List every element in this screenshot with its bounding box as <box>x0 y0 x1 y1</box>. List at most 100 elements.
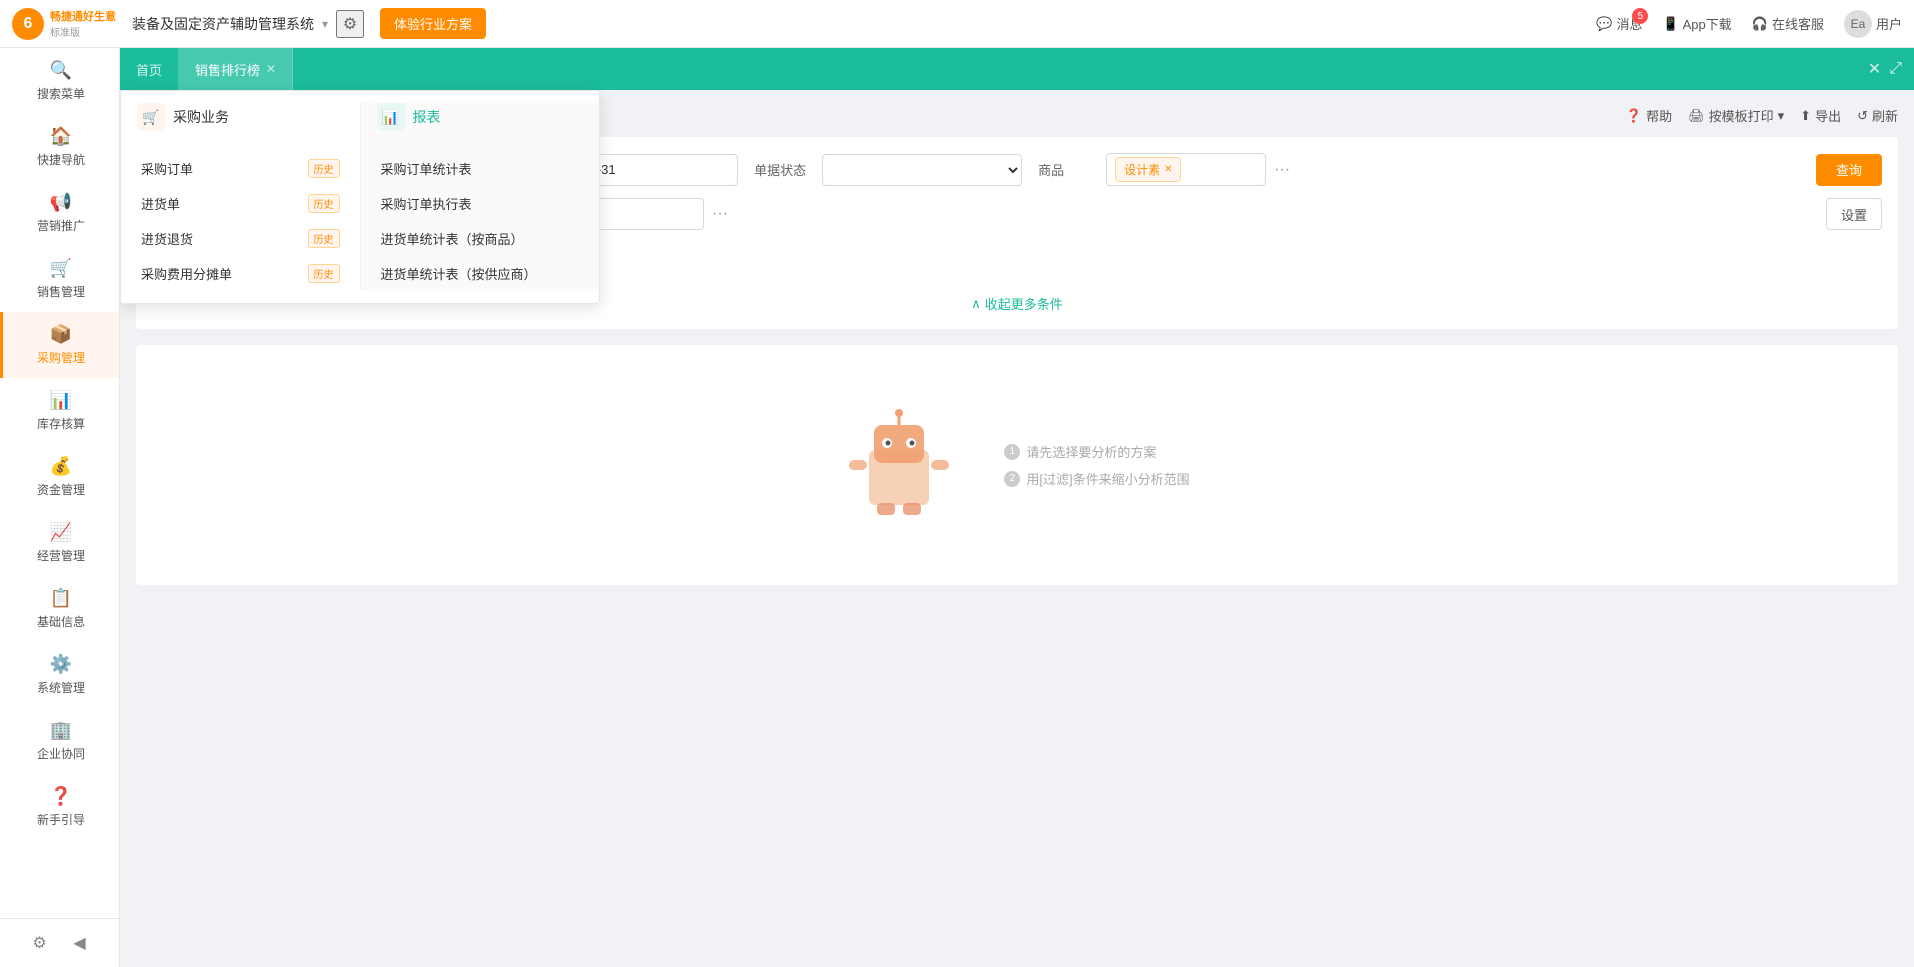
menu-column-purchase: 🛒 采购业务 采购订单 历史 进货单 历史 进货退货 历史 <box>121 103 360 291</box>
headset-icon: 🎧 <box>1752 16 1768 32</box>
menu-item-purchase-order[interactable]: 采购订单 历史 <box>137 151 344 186</box>
logo-text: 畅捷通好生意 标准版 <box>50 8 116 39</box>
message-item[interactable]: 💬 消息 5 <box>1596 14 1642 33</box>
finance-icon: 💰 <box>50 456 72 477</box>
empty-illustration <box>844 405 964 525</box>
basic-icon: 📋 <box>50 588 72 609</box>
inventory-icon: 📊 <box>50 390 72 411</box>
empty-state-panel: 1 请先选择要分析的方案 2 用[过滤]条件来缩小分析范围 <box>136 345 1898 585</box>
doc-status-filter: 单据状态 <box>754 154 1022 186</box>
purchase-dropdown-menu: 🛒 采购业务 采购订单 历史 进货单 历史 进货退货 历史 <box>120 90 600 304</box>
content-area: 首页 销售排行榜 ✕ ✕ ⤢ 🛒 采购业务 采购订单 <box>120 48 1914 967</box>
header-right: 💬 消息 5 📱 App下载 🎧 在线客服 Ea 用户 <box>1596 10 1902 38</box>
product-input-area: 设计素 ✕ <box>1106 153 1266 186</box>
tab-home[interactable]: 首页 <box>120 48 179 90</box>
sidebar-item-sales[interactable]: 🛒 销售管理 <box>0 246 119 312</box>
report-header-text: 报表 <box>413 107 441 127</box>
message-badge: 5 <box>1632 8 1648 24</box>
product-ellipsis[interactable]: ··· <box>1274 161 1290 179</box>
purchase-header-text: 采购业务 <box>173 107 229 127</box>
tabs-maximize-btn[interactable]: ⤢ <box>1889 60 1902 78</box>
phone-icon: 📱 <box>1662 16 1678 32</box>
menu-item-stock-in[interactable]: 进货单 历史 <box>137 186 344 221</box>
empty-tips: 1 请先选择要分析的方案 2 用[过滤]条件来缩小分析范围 <box>1004 442 1189 488</box>
menu-item-stock-stat-supplier[interactable]: 进货单统计表（按供应商） <box>377 256 584 291</box>
purchase-icon: 📦 <box>50 324 72 345</box>
sidebar-settings-btn[interactable]: ⚙ <box>24 927 56 959</box>
collapse-icon: ∧ <box>971 296 981 312</box>
tip-num-2: 2 <box>1004 471 1020 487</box>
sidebar-item-newguide[interactable]: ❓ 新手引导 <box>0 774 119 840</box>
sidebar-item-search[interactable]: 🔍 搜索菜单 <box>0 48 119 114</box>
sales-icon: 🛒 <box>50 258 72 279</box>
enterprise-icon: 🏢 <box>50 720 72 741</box>
sidebar-item-basic[interactable]: 📋 基础信息 <box>0 576 119 642</box>
salesman-ellipsis[interactable]: ··· <box>712 205 728 223</box>
history-badge-1: 历史 <box>308 194 340 213</box>
settings-button[interactable]: 设置 <box>1826 198 1882 230</box>
tabs-actions: ✕ ⤢ <box>1856 48 1914 90</box>
industry-btn[interactable]: 体验行业方案 <box>380 8 486 39</box>
sidebar-item-marketing[interactable]: 📢 营销推广 <box>0 180 119 246</box>
refresh-btn[interactable]: ↺ 刷新 <box>1857 106 1898 125</box>
tab-close-icon[interactable]: ✕ <box>266 62 276 76</box>
sidebar-item-finance[interactable]: 💰 资金管理 <box>0 444 119 510</box>
main-layout: 🔍 搜索菜单 🏠 快捷导航 📢 营销推广 🛒 销售管理 📦 采购管理 📊 库存核… <box>0 48 1914 967</box>
menu-column-report: 📊 报表 采购订单统计表 采购订单执行表 进货单统计表（按商品） 进货单统计表（… <box>360 103 600 291</box>
tabs-close-all-btn[interactable]: ✕ <box>1868 59 1881 79</box>
empty-icon <box>844 405 964 525</box>
app-download-item[interactable]: 📱 App下载 <box>1662 14 1731 33</box>
user-item[interactable]: Ea 用户 <box>1844 10 1902 38</box>
settings-area: 设置 <box>1826 198 1882 230</box>
system-title-area: 装备及固定资产辅助管理系统 ▾ ⚙ 体验行业方案 <box>132 8 1596 39</box>
sidebar-item-quicknav[interactable]: 🏠 快捷导航 <box>0 114 119 180</box>
sidebar-item-inventory[interactable]: 📊 库存核算 <box>0 378 119 444</box>
tip-num-1: 1 <box>1004 444 1020 460</box>
sidebar-item-purchase[interactable]: 📦 采购管理 <box>0 312 119 378</box>
sidebar-collapse-btn[interactable]: ◀ <box>64 927 96 959</box>
menu-item-po-exec[interactable]: 采购订单执行表 <box>377 186 584 221</box>
chevron-down-icon[interactable]: ▾ <box>322 17 328 31</box>
query-button[interactable]: 查询 <box>1816 154 1882 186</box>
logo-area: 6 畅捷通好生意 标准版 <box>12 8 132 40</box>
print-btn[interactable]: 🖨 按模板打印 ▾ <box>1688 106 1784 125</box>
doc-status-select[interactable] <box>822 154 1022 186</box>
online-service-item[interactable]: 🎧 在线客服 <box>1752 14 1824 33</box>
print-icon: 🖨 <box>1688 108 1705 124</box>
doc-status-label: 单据状态 <box>754 160 814 179</box>
menu-item-po-stat[interactable]: 采购订单统计表 <box>377 151 584 186</box>
marketing-icon: 📢 <box>50 192 72 213</box>
refresh-icon: ↺ <box>1857 108 1868 124</box>
empty-tip-1: 1 请先选择要分析的方案 <box>1004 442 1156 461</box>
menu-report-header: 📊 报表 <box>377 103 584 139</box>
print-dropdown-icon[interactable]: ▾ <box>1778 108 1785 124</box>
system-title: 装备及固定资产辅助管理系统 <box>132 14 314 34</box>
help-icon: ❓ <box>1626 108 1642 124</box>
logo-icon: 6 <box>12 8 44 40</box>
system-icon: ⚙️ <box>50 654 72 675</box>
history-badge-3: 历史 <box>308 264 340 283</box>
empty-state-content: 1 请先选择要分析的方案 2 用[过滤]条件来缩小分析范围 <box>156 405 1878 525</box>
report-menu-icon: 📊 <box>377 103 405 131</box>
history-badge-0: 历史 <box>308 159 340 178</box>
sidebar-item-enterprise[interactable]: 🏢 企业协同 <box>0 708 119 774</box>
sidebar-item-system[interactable]: ⚙️ 系统管理 <box>0 642 119 708</box>
product-tag-close[interactable]: ✕ <box>1164 164 1172 175</box>
export-btn[interactable]: ⬆ 导出 <box>1800 106 1841 125</box>
settings-button[interactable]: ⚙ <box>336 10 364 38</box>
empty-tip-2: 2 用[过滤]条件来缩小分析范围 <box>1004 469 1189 488</box>
menu-purchase-header: 🛒 采购业务 <box>137 103 344 139</box>
avatar: Ea <box>1844 10 1872 38</box>
operations-icon: 📈 <box>50 522 72 543</box>
menu-item-stock-stat-product[interactable]: 进货单统计表（按商品） <box>377 221 584 256</box>
purchase-menu-icon: 🛒 <box>137 103 165 131</box>
tab-sales-rank[interactable]: 销售排行榜 ✕ <box>179 48 293 90</box>
menu-item-purchase-cost[interactable]: 采购费用分摊单 历史 <box>137 256 344 291</box>
product-filter: 商品 设计素 ✕ ··· <box>1038 153 1290 186</box>
product-tag: 设计素 ✕ <box>1115 157 1181 182</box>
product-label: 商品 <box>1038 160 1098 179</box>
menu-item-stock-return[interactable]: 进货退货 历史 <box>137 221 344 256</box>
help-btn[interactable]: ❓ 帮助 <box>1626 106 1672 125</box>
sidebar-item-operations[interactable]: 📈 经营管理 <box>0 510 119 576</box>
sidebar-bottom: ⚙ ◀ <box>0 918 119 967</box>
